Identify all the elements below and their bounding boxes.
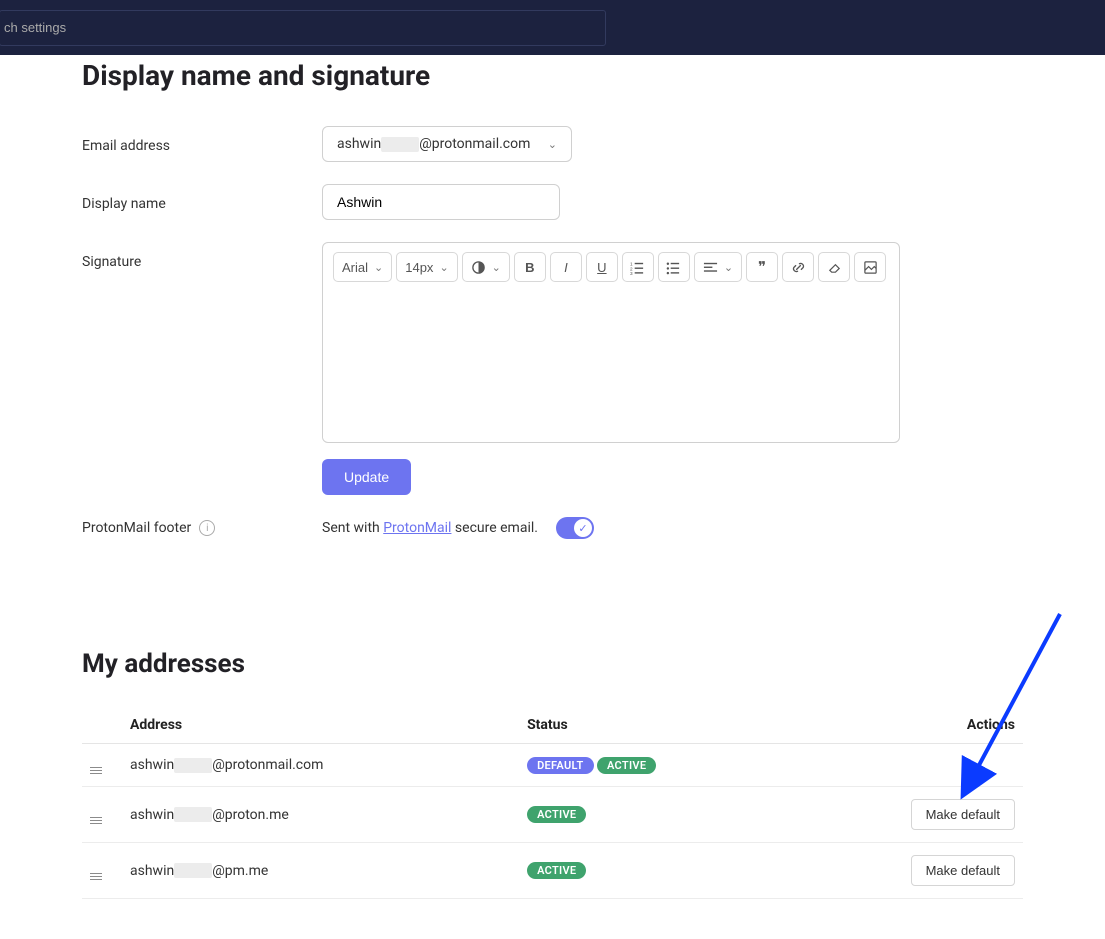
- italic-button[interactable]: I: [550, 252, 582, 282]
- status-cell: ACTIVE: [519, 843, 795, 899]
- address-cell: ashwin@protonmail.com: [122, 744, 519, 787]
- section-title-display-signature: Display name and signature: [82, 59, 1023, 92]
- table-row: ashwin@pm.me ACTIVE Make default: [82, 843, 1023, 899]
- drag-handle-icon[interactable]: [90, 873, 102, 880]
- font-size-select[interactable]: 14px⌄: [396, 252, 457, 282]
- addresses-table: Address Status Actions ashwin@protonmail…: [82, 707, 1023, 899]
- update-button[interactable]: Update: [322, 459, 411, 495]
- address-cell: ashwin@proton.me: [122, 787, 519, 843]
- signature-editor: Arial⌄ 14px⌄ ⌄ B I U 123: [322, 242, 900, 443]
- ordered-list-icon: 123: [630, 260, 645, 275]
- badge-active: ACTIVE: [527, 806, 586, 823]
- redacted-segment: [174, 758, 212, 773]
- status-cell: DEFAULT ACTIVE: [519, 744, 795, 787]
- blockquote-button[interactable]: ❞: [746, 252, 778, 282]
- image-icon: [863, 260, 878, 275]
- make-default-button[interactable]: Make default: [911, 799, 1015, 830]
- label-signature: Signature: [82, 242, 322, 270]
- label-protonmail-footer: ProtonMail footer i: [82, 520, 322, 536]
- label-display-name: Display name: [82, 184, 322, 212]
- status-cell: ACTIVE: [519, 787, 795, 843]
- address-cell: ashwin@pm.me: [122, 843, 519, 899]
- col-header-status: Status: [519, 707, 795, 744]
- unordered-list-button[interactable]: [658, 252, 690, 282]
- clear-format-button[interactable]: [818, 252, 850, 282]
- toggle-knob: ✓: [574, 519, 592, 537]
- email-address-value: ashwin@protonmail.com: [337, 136, 530, 152]
- badge-default: DEFAULT: [527, 757, 593, 774]
- svg-text:3: 3: [630, 271, 633, 275]
- redacted-segment: [174, 807, 212, 822]
- eraser-icon: [827, 260, 842, 275]
- table-row: ashwin@protonmail.com DEFAULT ACTIVE: [82, 744, 1023, 787]
- insert-image-button[interactable]: [854, 252, 886, 282]
- drag-handle-icon[interactable]: [90, 817, 102, 824]
- col-header-address: Address: [122, 707, 519, 744]
- col-header-actions: Actions: [795, 707, 1023, 744]
- unordered-list-icon: [666, 260, 681, 275]
- bold-button[interactable]: B: [514, 252, 546, 282]
- font-family-select[interactable]: Arial⌄: [333, 252, 392, 282]
- link-button[interactable]: [782, 252, 814, 282]
- email-address-select[interactable]: ashwin@protonmail.com ⌄: [322, 126, 572, 162]
- half-circle-icon: [471, 260, 486, 275]
- link-icon: [791, 260, 806, 275]
- redacted-segment: [174, 863, 212, 878]
- ordered-list-button[interactable]: 123: [622, 252, 654, 282]
- top-bar: [0, 0, 1105, 55]
- alignment-button[interactable]: ⌄: [694, 252, 742, 282]
- badge-active: ACTIVE: [527, 862, 586, 879]
- signature-textarea[interactable]: [323, 291, 899, 438]
- search-input[interactable]: [0, 11, 605, 45]
- align-icon: [703, 260, 718, 275]
- table-row: ashwin@proton.me ACTIVE Make default: [82, 787, 1023, 843]
- protonmail-link[interactable]: ProtonMail: [383, 520, 451, 536]
- label-email-address: Email address: [82, 126, 322, 154]
- footer-text: Sent with ProtonMail secure email.: [322, 520, 538, 536]
- make-default-button[interactable]: Make default: [911, 855, 1015, 886]
- drag-handle-icon[interactable]: [90, 767, 102, 774]
- section-title-my-addresses: My addresses: [82, 649, 1023, 679]
- info-icon: i: [199, 520, 215, 536]
- underline-button[interactable]: U: [586, 252, 618, 282]
- chevron-down-icon: ⌄: [548, 138, 557, 151]
- redacted-segment: [381, 137, 419, 152]
- editor-toolbar: Arial⌄ 14px⌄ ⌄ B I U 123: [323, 243, 899, 291]
- color-picker-button[interactable]: ⌄: [462, 252, 510, 282]
- search-wrap: [0, 10, 606, 46]
- badge-active: ACTIVE: [597, 757, 656, 774]
- footer-toggle[interactable]: ✓: [556, 517, 594, 539]
- display-name-input[interactable]: [322, 184, 560, 220]
